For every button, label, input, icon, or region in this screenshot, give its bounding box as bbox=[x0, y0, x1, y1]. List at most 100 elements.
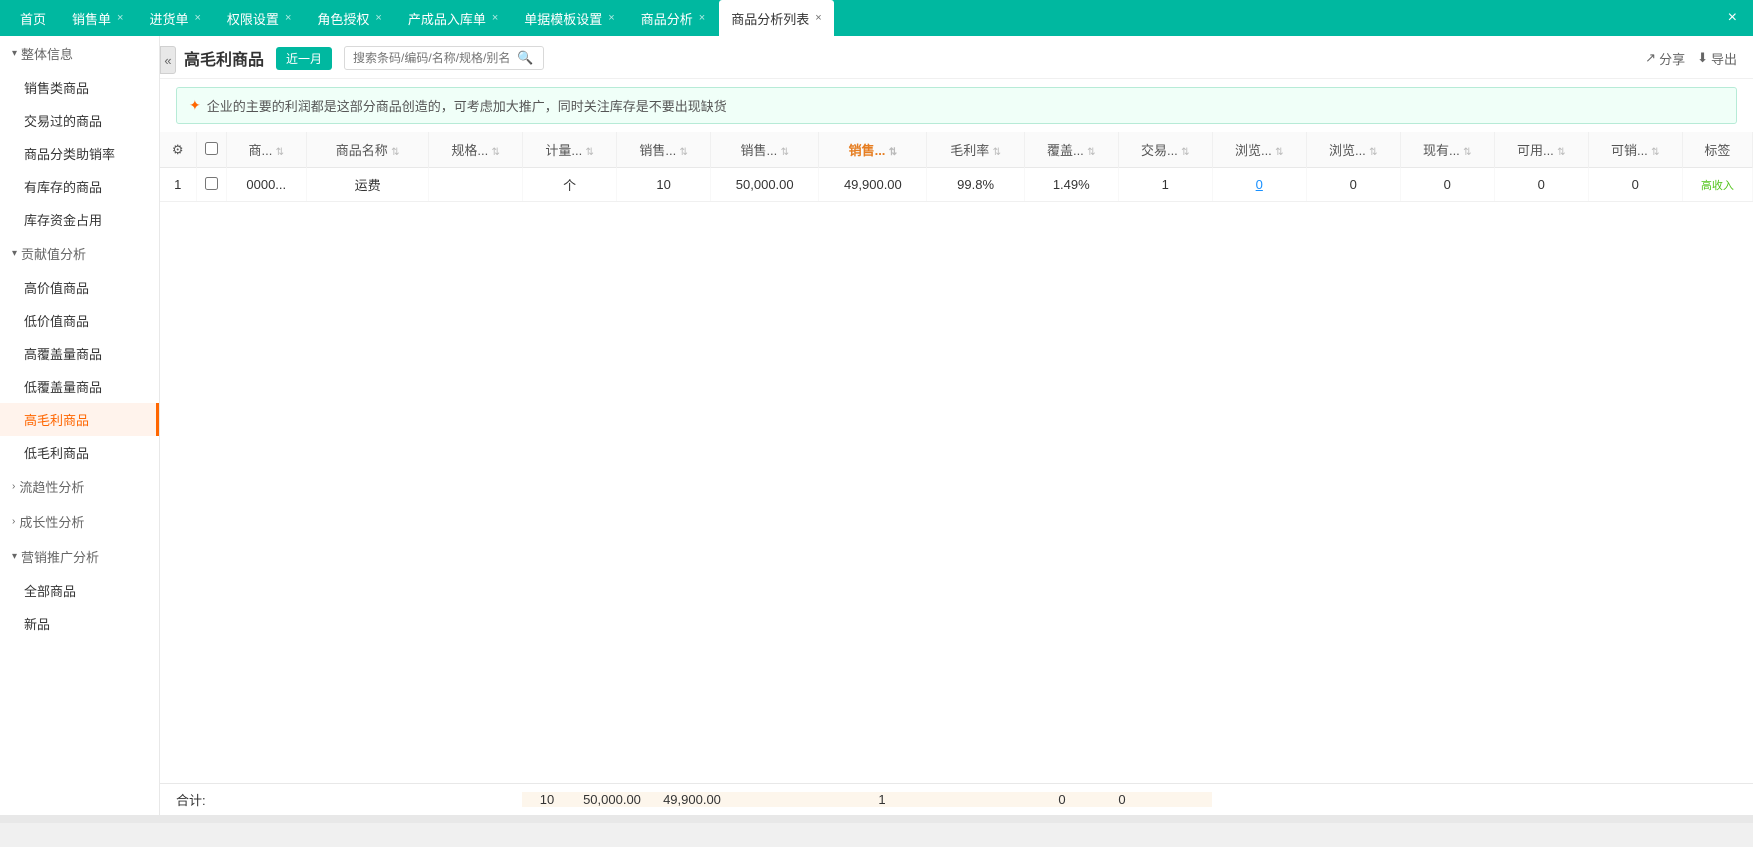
search-input[interactable] bbox=[353, 51, 513, 65]
row-checkbox[interactable] bbox=[205, 177, 218, 190]
sidebar-item-high-value[interactable]: 高价值商品 bbox=[0, 271, 159, 304]
nav-close-template[interactable]: × bbox=[608, 12, 614, 24]
sort-trade-icon[interactable]: ⇅ bbox=[1181, 147, 1189, 158]
sort-sellable-icon[interactable]: ⇅ bbox=[1651, 147, 1659, 158]
filter-button[interactable]: 近一月 bbox=[276, 47, 332, 70]
table-header-row: ⚙ 商... ⇅ 商品名称 ⇅ bbox=[160, 132, 1753, 168]
nav-purchase[interactable]: 进货单 × bbox=[137, 0, 212, 36]
select-all-checkbox[interactable] bbox=[205, 142, 218, 155]
sidebar-group-contribution[interactable]: ▾ 贡献值分析 bbox=[0, 236, 159, 271]
sidebar-item-category-rate[interactable]: 商品分类助销率 bbox=[0, 137, 159, 170]
cell-checkbox[interactable] bbox=[196, 168, 226, 202]
nav-close-purchase[interactable]: × bbox=[194, 12, 200, 24]
sort-code-icon[interactable]: ⇅ bbox=[276, 147, 284, 158]
sort-name-icon[interactable]: ⇅ bbox=[391, 147, 399, 158]
sidebar-item-low-margin[interactable]: 低毛利商品 bbox=[0, 436, 159, 469]
cell-sellable: 0 bbox=[1588, 168, 1682, 202]
footer-label: 合计: bbox=[176, 790, 256, 809]
col-tag: 标签 bbox=[1682, 132, 1752, 168]
cell-coverage: 1.49% bbox=[1024, 168, 1118, 202]
table-row: 1 0000... 运费 bbox=[160, 168, 1753, 202]
sidebar-item-high-margin[interactable]: 高毛利商品 bbox=[0, 403, 159, 436]
sort-available-icon[interactable]: ⇅ bbox=[1557, 147, 1565, 158]
nav-template[interactable]: 单据模板设置 × bbox=[512, 0, 626, 36]
col-code: 商... ⇅ bbox=[226, 132, 307, 168]
export-button[interactable]: ⬇ 导出 bbox=[1697, 49, 1737, 68]
sort-browse2-icon[interactable]: ⇅ bbox=[1369, 147, 1377, 158]
sort-stock-icon[interactable]: ⇅ bbox=[1463, 147, 1471, 158]
col-checkbox[interactable] bbox=[196, 132, 226, 168]
main-layout: ▾ 整体信息 销售类商品 交易过的商品 商品分类助销率 有库存的商品 库存资金占… bbox=[0, 36, 1753, 815]
nav-role[interactable]: 角色授权 × bbox=[305, 0, 393, 36]
nav-product-analysis-list[interactable]: 商品分析列表 × bbox=[719, 0, 833, 36]
nav-close-permission[interactable]: × bbox=[285, 12, 291, 24]
cell-name: 运费 bbox=[307, 168, 429, 202]
nav-close-product-analysis-list[interactable]: × bbox=[815, 12, 821, 24]
sidebar-item-stock-goods[interactable]: 有库存的商品 bbox=[0, 170, 159, 203]
nav-home[interactable]: 首页 bbox=[8, 0, 58, 36]
cell-gross-rate: 99.8% bbox=[927, 168, 1024, 202]
sidebar-group-growth[interactable]: › 成长性分析 bbox=[0, 504, 159, 539]
cell-index: 1 bbox=[160, 168, 196, 202]
sort-gross-icon[interactable]: ⇅ bbox=[993, 147, 1001, 158]
data-table: ⚙ 商... ⇅ 商品名称 ⇅ bbox=[160, 132, 1753, 202]
footer-browse2 bbox=[972, 792, 1032, 807]
nav-close-product-inbound[interactable]: × bbox=[492, 12, 498, 24]
table-wrapper[interactable]: ⚙ 商... ⇅ 商品名称 ⇅ bbox=[160, 132, 1753, 783]
sort-coverage-icon[interactable]: ⇅ bbox=[1087, 147, 1095, 158]
sidebar-collapse-button[interactable]: « bbox=[160, 46, 176, 74]
nav-sales[interactable]: 销售单 × bbox=[60, 0, 135, 36]
col-settings[interactable]: ⚙ bbox=[160, 132, 196, 168]
col-browse2: 浏览... ⇅ bbox=[1306, 132, 1400, 168]
sidebar-item-traded-goods[interactable]: 交易过的商品 bbox=[0, 104, 159, 137]
horizontal-scrollbar[interactable] bbox=[0, 815, 1753, 823]
sort-browse1-icon[interactable]: ⇅ bbox=[1275, 147, 1283, 158]
nav-product-inbound[interactable]: 产成品入库单 × bbox=[396, 0, 510, 36]
cell-sales2: 50,000.00 bbox=[711, 168, 819, 202]
cell-tag: 高收入 bbox=[1682, 168, 1752, 202]
sidebar-group-overall[interactable]: ▾ 整体信息 bbox=[0, 36, 159, 71]
col-browse1: 浏览... ⇅ bbox=[1212, 132, 1306, 168]
settings-icon[interactable]: ⚙ bbox=[172, 142, 184, 157]
cell-browse1[interactable]: 0 bbox=[1212, 168, 1306, 202]
sort-sales2-icon[interactable]: ⇅ bbox=[781, 147, 789, 158]
sidebar-group-marketing[interactable]: ▾ 营销推广分析 bbox=[0, 539, 159, 574]
nav-close-sales[interactable]: × bbox=[117, 12, 123, 24]
sort-sales3-icon[interactable]: ⇅ bbox=[889, 147, 897, 158]
nav-close-product-analysis[interactable]: × bbox=[699, 12, 705, 24]
arrow-overall-icon: ▾ bbox=[12, 48, 17, 59]
sidebar-group-trend[interactable]: › 流趋性分析 bbox=[0, 469, 159, 504]
footer-stock: 0 bbox=[1032, 792, 1092, 807]
content-header: 高毛利商品 近一月 🔍 ↗ 分享 ⬇ 导出 bbox=[160, 36, 1753, 79]
footer-bar: 合计: 10 50,000.00 49,900.00 1 0 0 bbox=[160, 783, 1753, 815]
sidebar-item-new-goods[interactable]: 新品 bbox=[0, 607, 159, 640]
arrow-trend-icon: › bbox=[12, 481, 15, 492]
sidebar-item-sales-goods[interactable]: 销售类商品 bbox=[0, 71, 159, 104]
share-button[interactable]: ↗ 分享 bbox=[1645, 49, 1685, 68]
sort-sales1-icon[interactable]: ⇅ bbox=[680, 147, 688, 158]
sidebar-item-high-coverage[interactable]: 高覆盖量商品 bbox=[0, 337, 159, 370]
sidebar-item-stock-capital[interactable]: 库存资金占用 bbox=[0, 203, 159, 236]
tip-icon: ✦ bbox=[189, 97, 201, 114]
nav-close-all-button[interactable]: × bbox=[1720, 5, 1745, 31]
nav-permission[interactable]: 权限设置 × bbox=[215, 0, 303, 36]
col-available: 可用... ⇅ bbox=[1494, 132, 1588, 168]
footer-browse1 bbox=[912, 792, 972, 807]
nav-close-role[interactable]: × bbox=[375, 12, 381, 24]
share-icon: ↗ bbox=[1645, 50, 1656, 66]
cell-spec bbox=[429, 168, 523, 202]
sidebar-item-low-coverage[interactable]: 低覆盖量商品 bbox=[0, 370, 159, 403]
sidebar-item-low-value[interactable]: 低价值商品 bbox=[0, 304, 159, 337]
col-stock: 现有... ⇅ bbox=[1400, 132, 1494, 168]
nav-product-analysis[interactable]: 商品分析 × bbox=[629, 0, 717, 36]
col-trade: 交易... ⇅ bbox=[1118, 132, 1212, 168]
top-nav: 首页 销售单 × 进货单 × 权限设置 × 角色授权 × 产成品入库单 × 单据… bbox=[0, 0, 1753, 36]
search-icon[interactable]: 🔍 bbox=[517, 50, 533, 66]
footer-sellable bbox=[1152, 792, 1212, 807]
sort-unit-icon[interactable]: ⇅ bbox=[586, 147, 594, 158]
sidebar-item-all-goods[interactable]: 全部商品 bbox=[0, 574, 159, 607]
footer-sales2: 50,000.00 bbox=[572, 792, 652, 807]
sort-spec-icon[interactable]: ⇅ bbox=[492, 147, 500, 158]
footer-coverage bbox=[792, 792, 852, 807]
footer-gross bbox=[732, 792, 792, 807]
